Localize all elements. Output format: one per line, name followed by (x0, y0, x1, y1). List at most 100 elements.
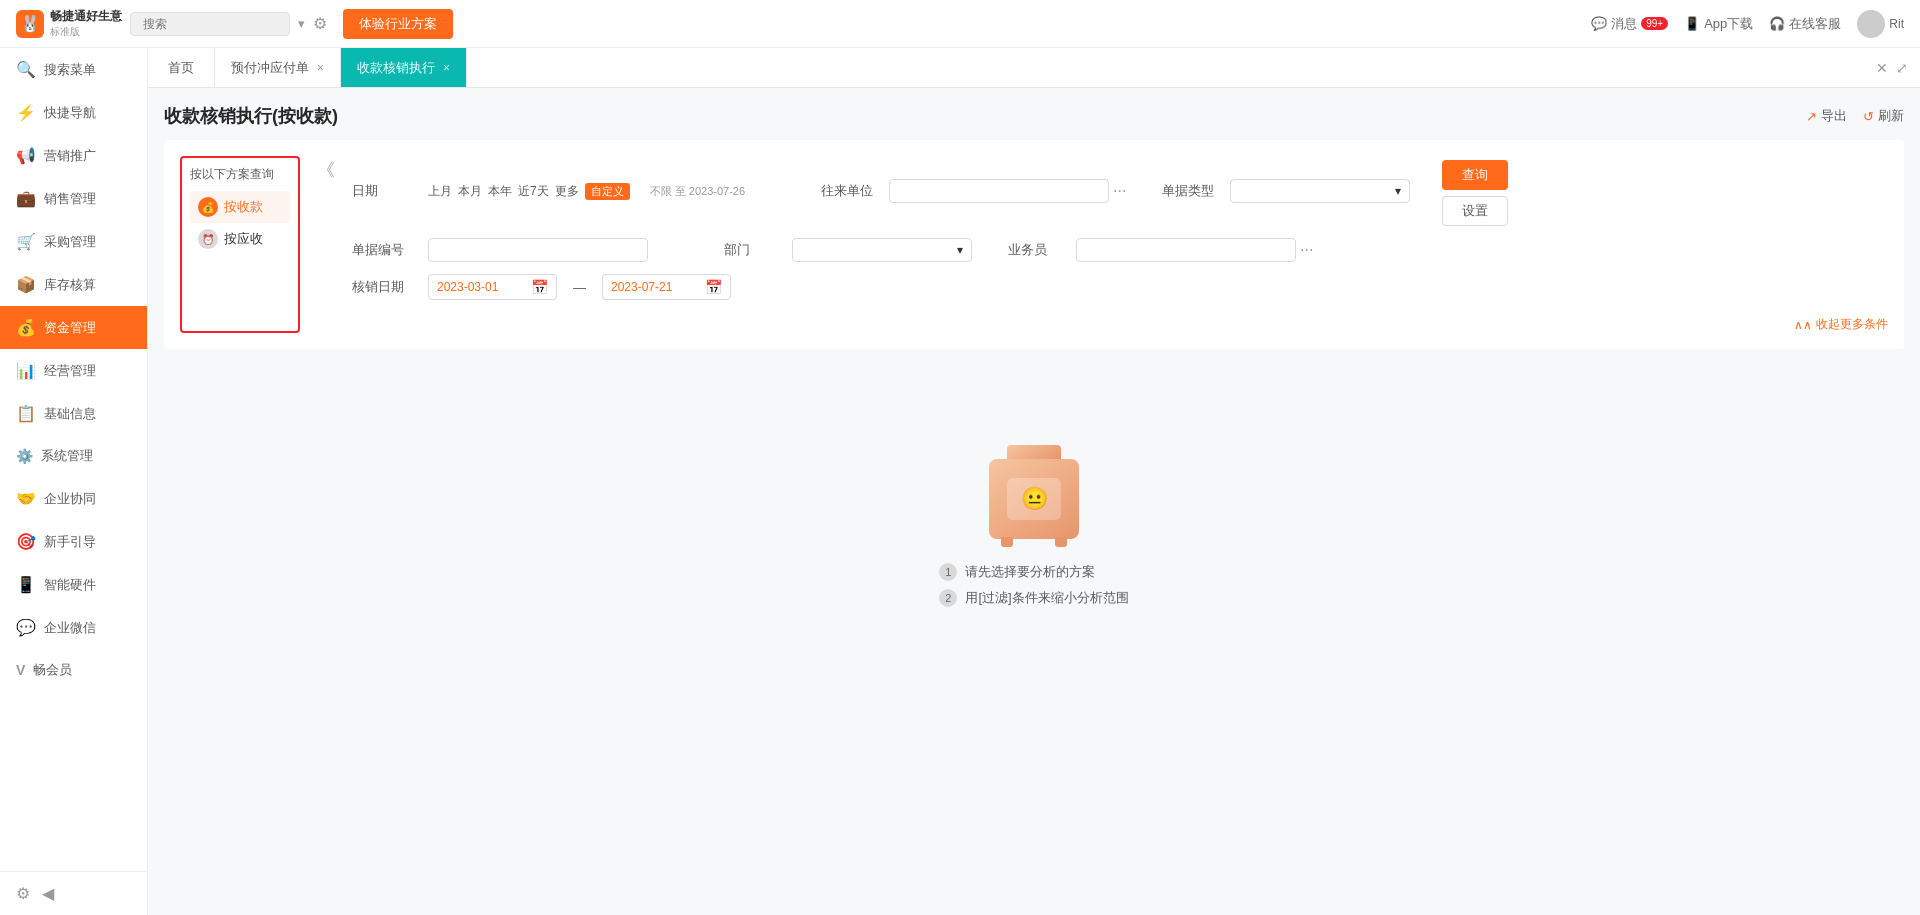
voucher-type-select[interactable]: ▾ (1230, 179, 1410, 203)
briefcase-icon: 💼 (16, 189, 36, 208)
empty-tip-1: 1 请先选择要分析的方案 (939, 563, 1128, 581)
sidebar-item-enterprise-collab[interactable]: 🤝 企业协同 (0, 477, 147, 520)
query-button[interactable]: 查询 (1442, 160, 1508, 190)
sidebar-item-purchase[interactable]: 🛒 采购管理 (0, 220, 147, 263)
voucher-no-input[interactable] (428, 238, 648, 262)
collapse-filter-button[interactable]: 《 (316, 160, 336, 180)
message-icon: 💬 (1591, 16, 1607, 31)
sidebar-item-finance[interactable]: 💰 资金管理 (0, 306, 147, 349)
dept-chevron-icon: ▾ (957, 243, 963, 257)
collapse-more-button[interactable]: ∧∧ 收起更多条件 (1794, 316, 1888, 333)
more-date-link[interactable]: 更多 (555, 183, 579, 200)
sidebar-item-beginner[interactable]: 🎯 新手引导 (0, 520, 147, 563)
top-bar-right: 💬 消息 99+ 📱 App下载 🎧 在线客服 Rit (1591, 10, 1904, 38)
message-button[interactable]: 💬 消息 99+ (1591, 15, 1668, 33)
sidebar-item-wechat[interactable]: 💬 企业微信 (0, 606, 147, 649)
verify-date-label: 核销日期 (352, 278, 412, 296)
empty-robot-box: 😐 (979, 429, 1089, 539)
dept-select[interactable]: ▾ (792, 238, 972, 262)
last-7days-link[interactable]: 近7天 (518, 183, 549, 200)
box-icon: 📦 (16, 275, 36, 294)
voucher-no-label: 单据编号 (352, 241, 412, 259)
search-input[interactable] (130, 12, 290, 36)
dept-group: 部门 ▾ (724, 238, 972, 262)
setting-button[interactable]: 设置 (1442, 196, 1508, 226)
system-icon: ⚙️ (16, 448, 33, 464)
robot-lid (1007, 445, 1061, 459)
megaphone-icon: 📢 (16, 146, 36, 165)
verify-date-from-wrap: 📅 (428, 274, 557, 300)
app-download-button[interactable]: 📱 App下载 (1684, 15, 1753, 33)
sidebar-item-search-menu[interactable]: 🔍 搜索菜单 (0, 48, 147, 91)
tab-home[interactable]: 首页 (148, 48, 215, 87)
gear-icon[interactable]: ⚙ (313, 14, 327, 33)
counterpart-input[interactable] (889, 179, 1109, 203)
tab-bar-right: ✕ ⤢ (1864, 60, 1920, 76)
chevron-down-icon[interactable]: ▾ (298, 16, 305, 31)
collapse-more-row: ∧∧ 收起更多条件 (352, 316, 1888, 333)
refresh-button[interactable]: ↺ 刷新 (1863, 107, 1904, 125)
filter-action-buttons: 查询 设置 (1442, 156, 1508, 226)
calendar-to-icon[interactable]: 📅 (705, 279, 722, 295)
dept-label: 部门 (724, 241, 784, 259)
user-name: Rit (1889, 17, 1904, 31)
cart-icon: 🛒 (16, 232, 36, 251)
filter-option-by-receipt[interactable]: 💰 按收款 (190, 191, 290, 223)
filter-option-by-receivable[interactable]: ⏰ 按应收 (190, 223, 290, 255)
sidebar-item-hardware[interactable]: 📱 智能硬件 (0, 563, 147, 606)
sidebar-item-quick-nav[interactable]: ⚡ 快捷导航 (0, 91, 147, 134)
receipt-icon: 💰 (198, 197, 218, 217)
last-month-link[interactable]: 上月 (428, 183, 452, 200)
this-month-link[interactable]: 本月 (458, 183, 482, 200)
online-service-button[interactable]: 🎧 在线客服 (1769, 15, 1841, 33)
tab-close-prepay[interactable]: × (317, 61, 324, 75)
date-separator: — (573, 280, 586, 295)
tab-receipt-verify[interactable]: 收款核销执行 × (341, 48, 467, 87)
sidebar-collapse-icon[interactable]: ◀ (42, 884, 54, 903)
empty-state: 😐 1 请先选择要分析的方案 2 (164, 349, 1904, 687)
trial-button[interactable]: 体验行业方案 (343, 9, 453, 39)
message-badge: 99+ (1641, 17, 1668, 30)
empty-tip-2: 2 用[过滤]条件来缩小分析范围 (939, 589, 1128, 607)
chevron-icon: ▾ (1395, 184, 1401, 198)
tab-close-all-icon[interactable]: ✕ (1876, 60, 1888, 76)
verify-date-to-input[interactable] (611, 280, 701, 294)
chart-icon: 📊 (16, 361, 36, 380)
sidebar-item-biz[interactable]: 📊 经营管理 (0, 349, 147, 392)
page-content: 收款核销执行(按收款) ↗ 导出 ↺ 刷新 按以下方案查询 (148, 88, 1920, 915)
filter-rows: 日期 上月 本月 本年 近7天 更多 自定义 不限 至 2023-07-26 (352, 156, 1888, 333)
sidebar-item-system[interactable]: ⚙️ 系统管理 (0, 435, 147, 477)
tab-close-receipt-verify[interactable]: × (443, 61, 450, 75)
sidebar-settings-icon[interactable]: ⚙ (16, 884, 30, 903)
sidebar-item-marketing[interactable]: 📢 营销推广 (0, 134, 147, 177)
tab-prepay[interactable]: 预付冲应付单 × (215, 48, 341, 87)
target-icon: 🎯 (16, 532, 36, 551)
custom-date-button[interactable]: 自定义 (585, 183, 630, 200)
filter-row-2: 单据编号 部门 ▾ 业务员 (352, 238, 1888, 262)
verify-date-from-input[interactable] (437, 280, 527, 294)
counterpart-label: 往来单位 (821, 182, 881, 200)
member-icon: V (16, 662, 25, 678)
tab-expand-icon[interactable]: ⤢ (1896, 60, 1908, 76)
this-year-link[interactable]: 本年 (488, 183, 512, 200)
top-bar: 🐰 畅捷通好生意 标准版 ▾ ⚙ 体验行业方案 💬 消息 99+ 📱 App下载… (0, 0, 1920, 48)
staff-input[interactable] (1076, 238, 1296, 262)
robot-leg-left (1001, 537, 1013, 547)
filter-fields: 日期 上月 本月 本年 近7天 更多 自定义 不限 至 2023-07-26 (352, 156, 1888, 333)
filter-row-3: 核销日期 📅 — 📅 (352, 274, 1888, 300)
sidebar-item-sales[interactable]: 💼 销售管理 (0, 177, 147, 220)
headset-icon: 🎧 (1769, 16, 1785, 31)
staff-dots-btn[interactable]: ··· (1300, 241, 1313, 259)
money-icon: 💰 (16, 318, 36, 337)
date-options: 上月 本月 本年 近7天 更多 自定义 (428, 183, 630, 200)
robot-leg-right (1055, 537, 1067, 547)
staff-group: 业务员 ··· (1008, 238, 1313, 262)
export-button[interactable]: ↗ 导出 (1806, 107, 1847, 125)
page-actions: ↗ 导出 ↺ 刷新 (1806, 107, 1904, 125)
sidebar-item-inventory[interactable]: 📦 库存核算 (0, 263, 147, 306)
counterpart-dots-btn[interactable]: ··· (1113, 182, 1126, 200)
sidebar-item-member[interactable]: V 畅会员 (0, 649, 147, 691)
sidebar-item-basic-info[interactable]: 📋 基础信息 (0, 392, 147, 435)
user-area[interactable]: Rit (1857, 10, 1904, 38)
calendar-from-icon[interactable]: 📅 (531, 279, 548, 295)
